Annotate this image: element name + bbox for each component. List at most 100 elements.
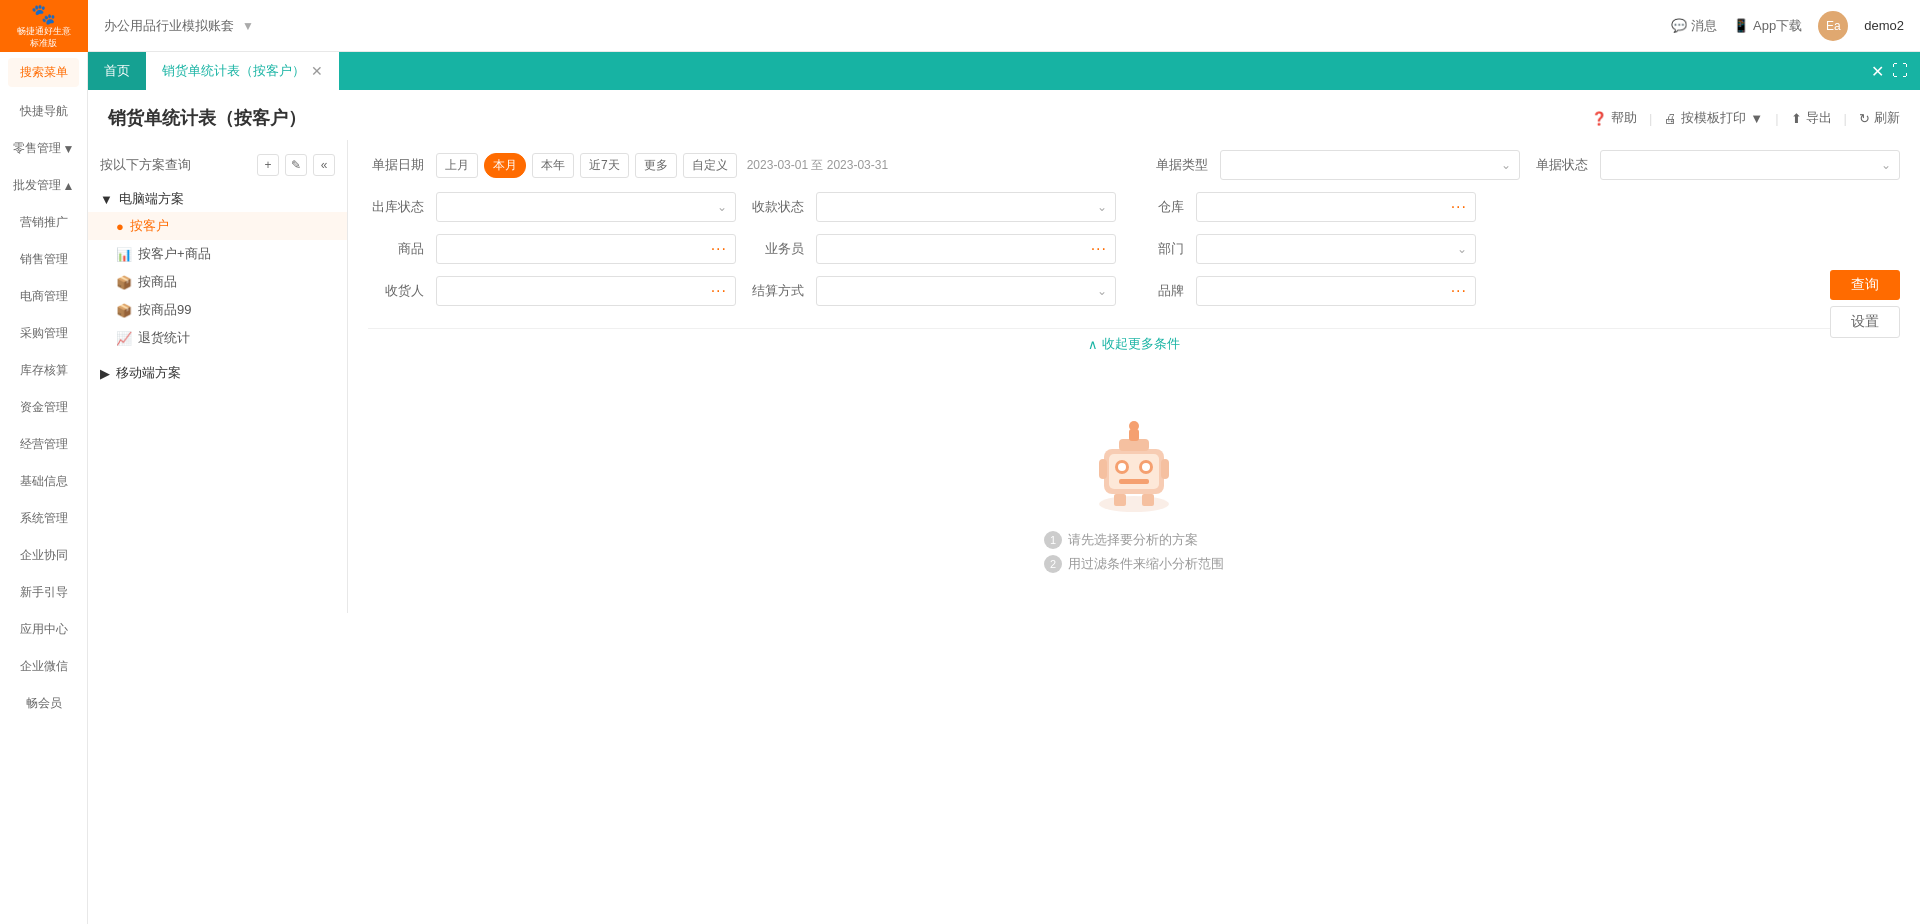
sidebar-item-apps[interactable]: 应用中心: [0, 611, 87, 648]
svg-rect-7: [1119, 479, 1149, 484]
scheme-group-desktop-header[interactable]: ▼ 电脑端方案: [88, 186, 347, 212]
order-state-select[interactable]: ⌄: [1600, 150, 1900, 180]
sidebar-item-wholesale[interactable]: 批发管理▲: [0, 167, 87, 204]
scheme-item-customer[interactable]: ● 按客户: [88, 212, 347, 240]
receiver-select[interactable]: ···: [436, 276, 736, 306]
sidebar-item-members[interactable]: 畅会员: [0, 685, 87, 722]
refresh-button[interactable]: ↻ 刷新: [1859, 109, 1900, 127]
tab-sales-stats[interactable]: 销货单统计表（按客户） ✕: [146, 52, 339, 90]
sidebar-item-inventory[interactable]: 库存核算: [0, 352, 87, 389]
sidebar-item-marketing[interactable]: 营销推广: [0, 204, 87, 241]
scheme-item-icon-return: 📈: [116, 331, 132, 346]
salesperson-select[interactable]: ···: [816, 234, 1116, 264]
collapse-button[interactable]: ∧ 收起更多条件: [368, 328, 1900, 359]
filter-row-1: 单据日期 上月 本月 本年 近7天 更多 自定义 2023-03-01 至 20…: [368, 150, 1900, 180]
tabbar-close-icon[interactable]: ✕: [1871, 62, 1884, 81]
topbar-dropdown-icon[interactable]: ▼: [242, 19, 254, 33]
scheme-add-icon[interactable]: +: [257, 154, 279, 176]
date-btn-lastmonth[interactable]: 上月: [436, 153, 478, 178]
sidebar-item-shortcut[interactable]: 快捷导航: [0, 93, 87, 130]
filter-row-2: 出库状态 ⌄ 收款状态 ⌄ 仓库: [368, 192, 1900, 222]
scheme-header-icons: + ✎ «: [257, 154, 335, 176]
logo: 🐾 畅捷通好生意 标准版: [0, 0, 88, 52]
main-area: 办公用品行业模拟账套 ▼ 💬 消息 📱 App下载 Ea demo2 首页 销货…: [88, 0, 1920, 924]
salesperson-dots: ···: [1091, 240, 1107, 258]
order-state-chevron: ⌄: [1881, 158, 1891, 172]
date-btn-thisyear[interactable]: 本年: [532, 153, 574, 178]
print-dropdown-icon[interactable]: ▼: [1750, 111, 1763, 126]
salesperson-label: 业务员: [748, 240, 804, 258]
export-button[interactable]: ⬆ 导出: [1791, 109, 1832, 127]
scheme-item-label-goods: 按商品: [138, 273, 177, 291]
topbar-left: 办公用品行业模拟账套 ▼: [104, 17, 254, 35]
brand-select[interactable]: ···: [1196, 276, 1476, 306]
warehouse-select[interactable]: ···: [1196, 192, 1476, 222]
date-btn-thismonth[interactable]: 本月: [484, 153, 526, 178]
content: 销货单统计表（按客户） ❓ 帮助 | 🖨 按模板打印 ▼ | ⬆: [88, 90, 1920, 924]
sidebar-item-ecommerce[interactable]: 电商管理: [0, 278, 87, 315]
date-btn-custom[interactable]: 自定义: [683, 153, 737, 178]
scheme-item-icon-cg: 📊: [116, 247, 132, 262]
svg-point-0: [1099, 496, 1169, 512]
date-btn-7days[interactable]: 近7天: [580, 153, 629, 178]
scheme-collapse-icon[interactable]: «: [313, 154, 335, 176]
scheme-item-customer-goods[interactable]: 📊 按客户+商品: [88, 240, 347, 268]
topbar-title: 办公用品行业模拟账套: [104, 17, 234, 35]
topbar: 办公用品行业模拟账套 ▼ 💬 消息 📱 App下载 Ea demo2: [88, 0, 1920, 52]
scheme-item-goods[interactable]: 📦 按商品: [88, 268, 347, 296]
filter-row-3: 商品 ··· 业务员 ··· 部门: [368, 234, 1900, 264]
sidebar-item-sales[interactable]: 销售管理: [0, 241, 87, 278]
topbar-app-download[interactable]: 📱 App下载: [1733, 17, 1802, 35]
collect-state-chevron: ⌄: [1097, 200, 1107, 214]
filter-row-4: 收货人 ··· 结算方式 ⌄ 品牌: [368, 276, 1900, 306]
scheme-edit-icon[interactable]: ✎: [285, 154, 307, 176]
tab-close-icon[interactable]: ✕: [311, 63, 323, 79]
sidebar-item-basic[interactable]: 基础信息: [0, 463, 87, 500]
filter-scheme-container: 按以下方案查询 + ✎ « ▼ 电脑端方案: [88, 140, 1920, 613]
scheme-item-label-goods99: 按商品99: [138, 301, 191, 319]
scheme-group-mobile-header[interactable]: ▶ 移动端方案: [88, 360, 347, 386]
empty-state: 1 请先选择要分析的方案 2 用过滤条件来缩小分析范围: [1044, 399, 1224, 573]
collect-state-select[interactable]: ⌄: [816, 192, 1116, 222]
collapse-icon: ∧: [1088, 337, 1098, 352]
warehouse-dots: ···: [1451, 198, 1467, 216]
brand-label: 品牌: [1128, 282, 1184, 300]
sidebar-item-finance[interactable]: 资金管理: [0, 389, 87, 426]
right-panel: 查询 设置 单据日期 上月 本月 本年 近7天: [348, 140, 1920, 613]
username[interactable]: demo2: [1864, 18, 1904, 33]
date-btn-more[interactable]: 更多: [635, 153, 677, 178]
goods-label: 商品: [368, 240, 424, 258]
print-button[interactable]: 🖨 按模板打印 ▼: [1664, 109, 1763, 127]
collect-state-label: 收款状态: [748, 198, 804, 216]
page-title: 销货单统计表（按客户）: [108, 106, 306, 130]
topbar-message[interactable]: 💬 消息: [1671, 17, 1717, 35]
tabbar-expand-icon[interactable]: ⛶: [1892, 62, 1908, 80]
dept-select[interactable]: ⌄: [1196, 234, 1476, 264]
settle-select[interactable]: ⌄: [816, 276, 1116, 306]
svg-rect-13: [1114, 494, 1126, 506]
scheme-item-goods99[interactable]: 📦 按商品99: [88, 296, 347, 324]
avatar[interactable]: Ea: [1818, 11, 1848, 41]
out-state-select[interactable]: ⌄: [436, 192, 736, 222]
order-type-label: 单据类型: [1152, 156, 1208, 174]
scheme-sidebar: 按以下方案查询 + ✎ « ▼ 电脑端方案: [88, 140, 348, 613]
sidebar-item-cooperation[interactable]: 企业协同: [0, 537, 87, 574]
empty-hint-2: 2 用过滤条件来缩小分析范围: [1044, 555, 1224, 573]
help-button[interactable]: ❓ 帮助: [1591, 109, 1637, 127]
sidebar-item-guide[interactable]: 新手引导: [0, 574, 87, 611]
logo-text: 畅捷通好生意: [17, 26, 71, 37]
sidebar-item-operation[interactable]: 经营管理: [0, 426, 87, 463]
goods-select[interactable]: ···: [436, 234, 736, 264]
brand-dots: ···: [1451, 282, 1467, 300]
sidebar-item-system[interactable]: 系统管理: [0, 500, 87, 537]
scheme-item-return[interactable]: 📈 退货统计: [88, 324, 347, 352]
print-icon: 🖨: [1664, 111, 1677, 126]
sidebar-item-search[interactable]: 搜索菜单: [8, 58, 79, 87]
scheme-group-mobile-label: 移动端方案: [116, 364, 181, 382]
sidebar-item-retail[interactable]: 零售管理▼: [0, 130, 87, 167]
sidebar-item-wechat[interactable]: 企业微信: [0, 648, 87, 685]
sidebar-item-purchase[interactable]: 采购管理: [0, 315, 87, 352]
tab-home[interactable]: 首页: [88, 52, 146, 90]
order-type-select[interactable]: ⌄: [1220, 150, 1520, 180]
app-icon: 📱: [1733, 18, 1749, 33]
